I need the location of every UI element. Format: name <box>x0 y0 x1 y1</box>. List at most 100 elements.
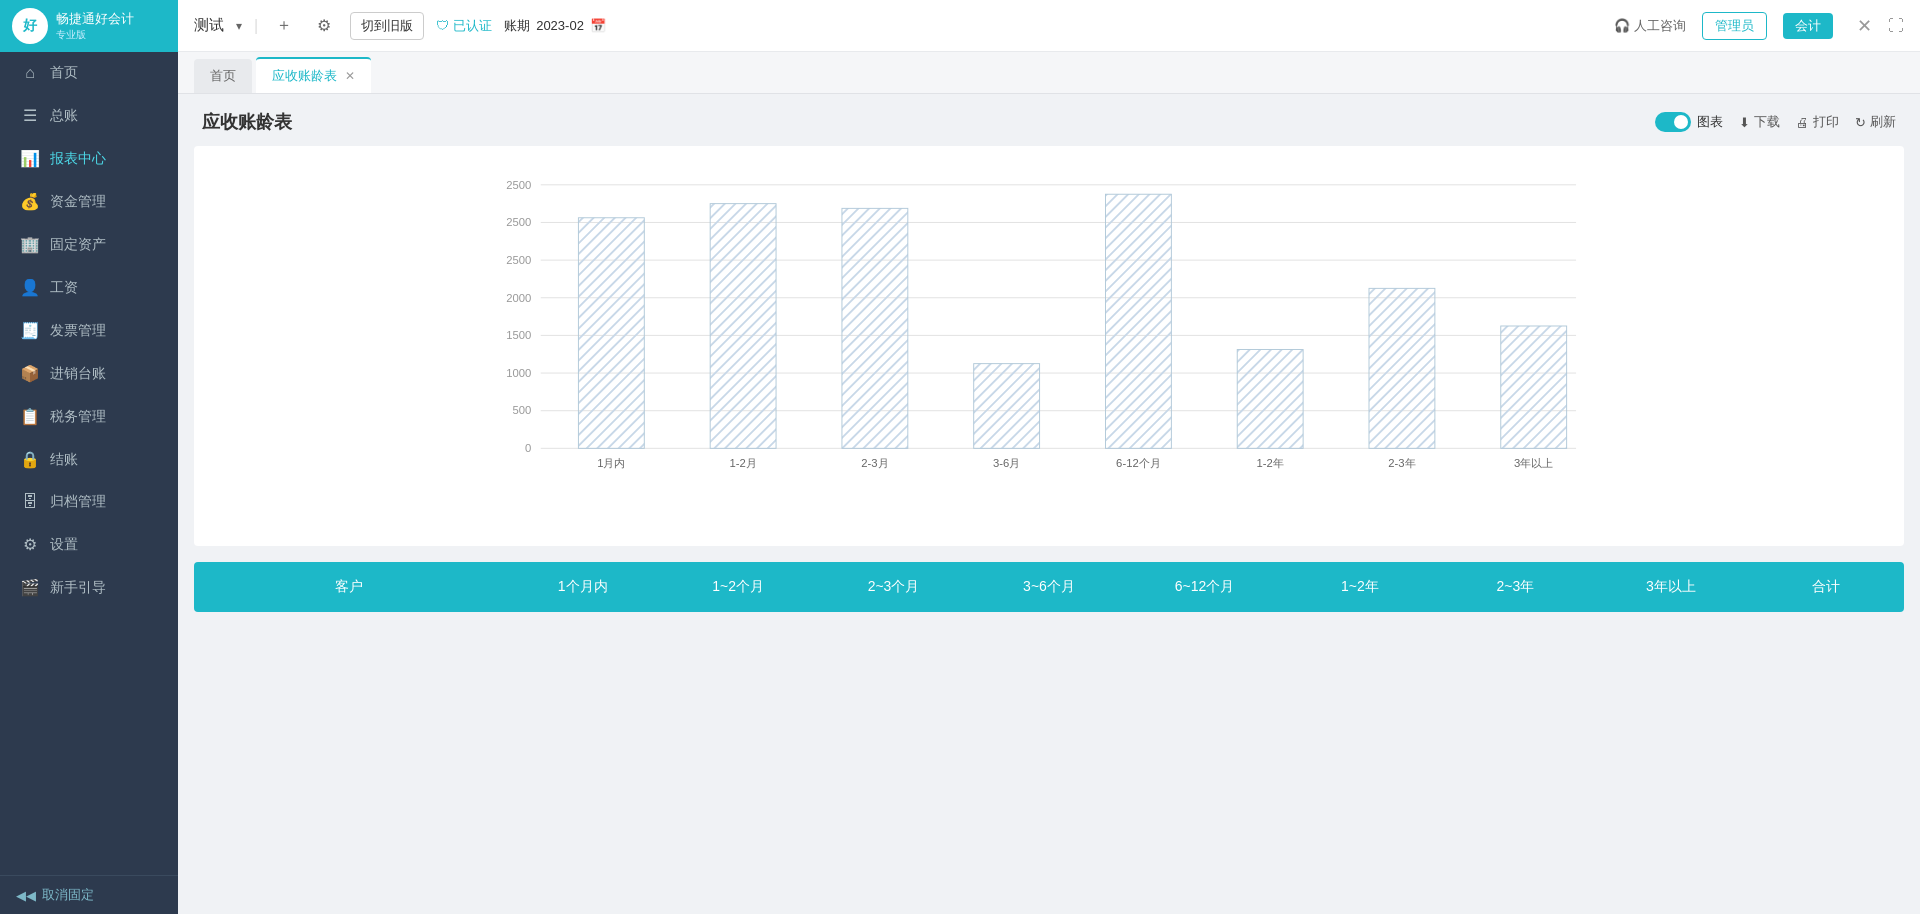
window-close-icon[interactable]: ✕ <box>1857 15 1872 37</box>
svg-text:500: 500 <box>513 404 532 416</box>
window-expand-icon[interactable]: ⛶ <box>1888 17 1904 35</box>
svg-text:1000: 1000 <box>506 367 531 379</box>
sidebar-item-reports[interactable]: 📊 报表中心 <box>0 137 178 180</box>
svg-text:1-2月: 1-2月 <box>729 457 756 469</box>
sidebar-nav: ⌂ 首页 ☰ 总账 📊 报表中心 💰 资金管理 🏢 固定资产 👤 工资 🧾 发票… <box>0 52 178 875</box>
reports-icon: 📊 <box>20 149 40 168</box>
sidebar-item-tax[interactable]: 📋 税务管理 <box>0 395 178 438</box>
settings-icon: ⚙ <box>20 535 40 554</box>
svg-rect-21 <box>842 208 908 448</box>
pin-icon: ◀◀ <box>16 888 36 903</box>
refresh-label: 刷新 <box>1870 113 1896 131</box>
table-header-合计: 合计 <box>1749 562 1904 612</box>
table-section: 客户1个月内1~2个月2~3个月3~6个月6~12个月1~2年2~3年3年以上合… <box>194 562 1904 612</box>
table-header-12: 1~2个月 <box>660 562 815 612</box>
add-button[interactable]: ＋ <box>270 12 298 40</box>
sidebar-label-invoice: 发票管理 <box>50 322 106 340</box>
sidebar-label-close: 结账 <box>50 451 78 469</box>
table-header-612: 6~12个月 <box>1127 562 1282 612</box>
chart-section: 2500 2500 2500 2000 1500 1000 500 0 <box>194 146 1904 546</box>
print-button[interactable]: 🖨 打印 <box>1796 113 1839 131</box>
logo-icon: 好 <box>12 8 48 44</box>
sidebar-label-home: 首页 <box>50 64 78 82</box>
svg-text:6-12个月: 6-12个月 <box>1116 457 1161 469</box>
table-header-3: 3年以上 <box>1593 562 1748 612</box>
svg-text:1-2年: 1-2年 <box>1257 457 1284 469</box>
download-icon: ⬇ <box>1739 115 1750 130</box>
certified-badge: 🛡 已认证 <box>436 17 492 35</box>
sidebar-label-archive: 归档管理 <box>50 493 106 511</box>
sidebar-item-close[interactable]: 🔒 结账 <box>0 438 178 481</box>
home-icon: ⌂ <box>20 64 40 82</box>
svg-text:2500: 2500 <box>506 179 531 191</box>
switch-old-version-button[interactable]: 切到旧版 <box>350 12 424 40</box>
svg-text:2500: 2500 <box>506 216 531 228</box>
tab-aging[interactable]: 应收账龄表 ✕ <box>256 57 371 93</box>
period-info: 账期 2023-02 📅 <box>504 17 606 35</box>
sidebar-cancel-fixed[interactable]: ◀◀ 取消固定 <box>0 875 178 914</box>
svg-text:2-3年: 2-3年 <box>1388 457 1415 469</box>
accountant-button[interactable]: 会计 <box>1783 13 1833 39</box>
sidebar-item-home[interactable]: ⌂ 首页 <box>0 52 178 94</box>
table-header-客户: 客户 <box>194 562 505 612</box>
topbar: 测试 ▾ | ＋ ⚙ 切到旧版 🛡 已认证 账期 2023-02 📅 🎧 人工咨… <box>178 0 1920 52</box>
svg-rect-23 <box>974 364 1040 449</box>
refresh-icon: ↻ <box>1855 115 1866 130</box>
wages-icon: 👤 <box>20 278 40 297</box>
svg-rect-17 <box>578 218 644 449</box>
app-edition: 专业版 <box>56 28 134 41</box>
ledger-icon: ☰ <box>20 106 40 125</box>
tab-aging-close-icon[interactable]: ✕ <box>345 69 355 83</box>
sidebar-item-guide[interactable]: 🎬 新手引导 <box>0 566 178 609</box>
tab-home[interactable]: 首页 <box>194 59 252 93</box>
chart-toggle[interactable]: 图表 <box>1655 112 1723 132</box>
shield-icon: 🛡 <box>436 18 449 33</box>
sidebar-item-assets[interactable]: 🏢 固定资产 <box>0 223 178 266</box>
workspace-title: 测试 <box>194 16 224 35</box>
table-header-12: 1~2年 <box>1282 562 1437 612</box>
inventory-icon: 📦 <box>20 364 40 383</box>
sidebar-logo: 好 畅捷通好会计 专业版 <box>0 0 178 52</box>
chart-toggle-switch[interactable] <box>1655 112 1691 132</box>
table-header-23: 2~3年 <box>1438 562 1593 612</box>
funds-icon: 💰 <box>20 192 40 211</box>
sidebar-item-inventory[interactable]: 📦 进销台账 <box>0 352 178 395</box>
sidebar-label-guide: 新手引导 <box>50 579 106 597</box>
print-label: 打印 <box>1813 113 1839 131</box>
topbar-right: 🎧 人工咨询 管理员 会计 ✕ ⛶ <box>1614 12 1904 40</box>
archive-icon: 🗄 <box>20 493 40 511</box>
settings-icon[interactable]: ⚙ <box>310 12 338 40</box>
headphone-icon: 🎧 <box>1614 18 1630 33</box>
sidebar-item-invoice[interactable]: 🧾 发票管理 <box>0 309 178 352</box>
tab-home-label: 首页 <box>210 67 236 85</box>
svg-rect-25 <box>1105 194 1171 448</box>
sidebar-label-funds: 资金管理 <box>50 193 106 211</box>
svg-text:2000: 2000 <box>506 292 531 304</box>
workspace-dropdown[interactable]: ▾ <box>236 19 242 33</box>
download-label: 下载 <box>1754 113 1780 131</box>
svg-text:3-6月: 3-6月 <box>993 457 1020 469</box>
print-icon: 🖨 <box>1796 115 1809 130</box>
sidebar-item-settings[interactable]: ⚙ 设置 <box>0 523 178 566</box>
cancel-fixed-label: 取消固定 <box>42 886 94 904</box>
tax-icon: 📋 <box>20 407 40 426</box>
calendar-icon[interactable]: 📅 <box>590 18 606 33</box>
table-header-23: 2~3个月 <box>816 562 971 612</box>
download-button[interactable]: ⬇ 下载 <box>1739 113 1780 131</box>
refresh-button[interactable]: ↻ 刷新 <box>1855 113 1896 131</box>
period-text-label: 账期 <box>504 17 530 35</box>
manager-button[interactable]: 管理员 <box>1702 12 1767 40</box>
sidebar-label-ledger: 总账 <box>50 107 78 125</box>
service-button[interactable]: 🎧 人工咨询 <box>1614 17 1686 35</box>
sidebar-label-assets: 固定资产 <box>50 236 106 254</box>
sidebar-item-wages[interactable]: 👤 工资 <box>0 266 178 309</box>
main-area: 测试 ▾ | ＋ ⚙ 切到旧版 🛡 已认证 账期 2023-02 📅 🎧 人工咨… <box>178 0 1920 914</box>
app-name: 畅捷通好会计 <box>56 11 134 28</box>
invoice-icon: 🧾 <box>20 321 40 340</box>
period-value: 2023-02 <box>536 18 584 33</box>
svg-text:1500: 1500 <box>506 329 531 341</box>
sidebar-item-funds[interactable]: 💰 资金管理 <box>0 180 178 223</box>
sidebar-item-archive[interactable]: 🗄 归档管理 <box>0 481 178 523</box>
sidebar-item-ledger[interactable]: ☰ 总账 <box>0 94 178 137</box>
sidebar-label-inventory: 进销台账 <box>50 365 106 383</box>
